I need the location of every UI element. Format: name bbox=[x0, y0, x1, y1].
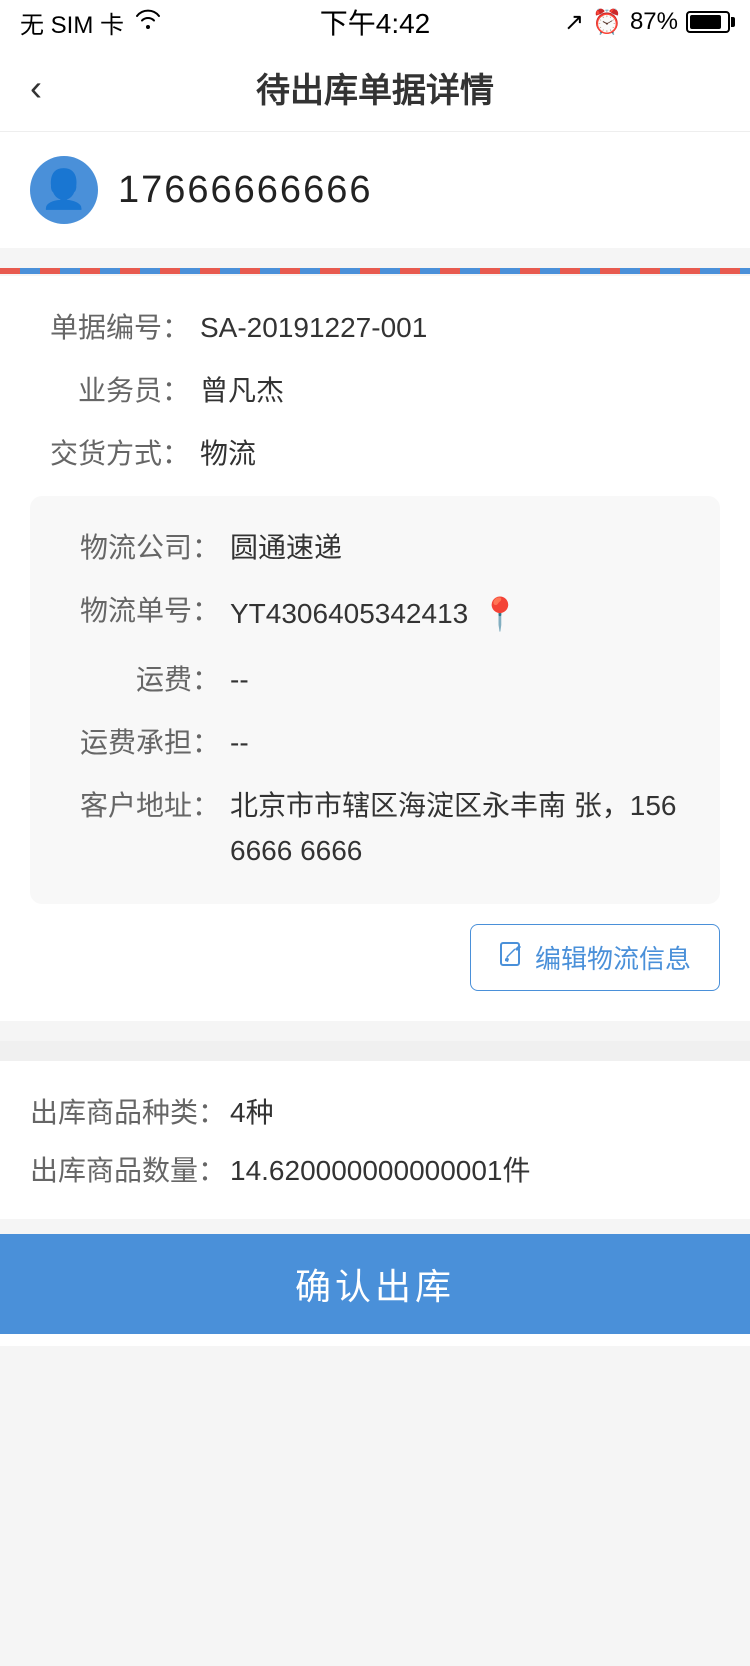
location-status-icon: ↗ bbox=[564, 8, 584, 37]
battery-percent: 87% bbox=[630, 8, 678, 36]
doc-number-row: 单据编号： SA-20191227-001 bbox=[30, 306, 720, 351]
logistics-tracking-value: YT4306405342413 📍 bbox=[220, 589, 690, 640]
avatar: 👤 bbox=[30, 156, 98, 224]
salesman-row: 业务员： 曾凡杰 bbox=[30, 369, 720, 414]
document-info-section: 单据编号： SA-20191227-001 业务员： 曾凡杰 交货方式： 物流 … bbox=[0, 276, 750, 1021]
logistics-company-row: 物流公司： 圆通速递 bbox=[60, 526, 690, 571]
freight-bearer-row: 运费承担： -- bbox=[60, 721, 690, 766]
doc-number-label: 单据编号： bbox=[30, 306, 190, 351]
logistics-tracking-label: 物流单号： bbox=[60, 589, 220, 634]
battery-icon bbox=[686, 11, 730, 33]
avatar-person-icon: 👤 bbox=[40, 168, 87, 212]
goods-type-label: 出库商品种类： bbox=[30, 1091, 230, 1131]
freight-value: -- bbox=[220, 658, 690, 703]
delivery-row: 交货方式： 物流 bbox=[30, 432, 720, 477]
delivery-value: 物流 bbox=[190, 432, 720, 477]
address-label: 客户地址： bbox=[60, 784, 220, 829]
status-left: 无 SIM 卡 bbox=[20, 5, 162, 40]
freight-row: 运费： -- bbox=[60, 658, 690, 703]
status-time: 下午4:42 bbox=[320, 2, 431, 42]
address-row: 客户地址： 北京市市辖区海淀区永丰南 张，156 6666 6666 bbox=[60, 784, 690, 874]
map-pin-icon[interactable]: 📍 bbox=[480, 589, 520, 640]
goods-quantity-row: 出库商品数量： 14.620000000000001件 bbox=[30, 1149, 720, 1189]
empty-space bbox=[0, 1366, 750, 1566]
dashed-divider bbox=[0, 268, 750, 274]
confirm-btn-wrap: 确认出库 bbox=[0, 1234, 750, 1334]
status-bar: 无 SIM 卡 下午4:42 ↗ ⏰ 87% bbox=[0, 0, 750, 44]
carrier-label: 无 SIM 卡 bbox=[20, 5, 124, 40]
edit-logistics-button[interactable]: 编辑物流信息 bbox=[470, 924, 720, 991]
logistics-tracking-row: 物流单号： YT4306405342413 📍 bbox=[60, 589, 690, 640]
delivery-label: 交货方式： bbox=[30, 432, 190, 477]
goods-section: 出库商品种类： 4种 出库商品数量： 14.620000000000001件 bbox=[0, 1061, 750, 1219]
goods-quantity-label: 出库商品数量： bbox=[30, 1149, 230, 1189]
status-right: ↗ ⏰ 87% bbox=[564, 8, 730, 37]
salesman-label: 业务员： bbox=[30, 369, 190, 414]
back-button[interactable]: ‹ bbox=[30, 67, 42, 109]
nav-bar: ‹ 待出库单据详情 bbox=[0, 44, 750, 132]
main-content: 👤 17666666666 单据编号： SA-20191227-001 业务员：… bbox=[0, 132, 750, 1666]
separator bbox=[0, 1041, 750, 1061]
goods-quantity-value: 14.620000000000001件 bbox=[230, 1149, 720, 1189]
edit-logistics-label: 编辑物流信息 bbox=[535, 939, 691, 976]
freight-label: 运费： bbox=[60, 658, 220, 703]
logistics-company-label: 物流公司： bbox=[60, 526, 220, 571]
alarm-icon: ⏰ bbox=[592, 8, 622, 37]
freight-bearer-label: 运费承担： bbox=[60, 721, 220, 766]
address-value: 北京市市辖区海淀区永丰南 张，156 6666 6666 bbox=[220, 784, 690, 874]
salesman-value: 曾凡杰 bbox=[190, 369, 720, 414]
edit-logistics-btn-wrap: 编辑物流信息 bbox=[30, 924, 720, 991]
confirm-outbound-button[interactable]: 确认出库 bbox=[295, 1258, 455, 1310]
customer-phone: 17666666666 bbox=[118, 169, 372, 212]
doc-number-value: SA-20191227-001 bbox=[190, 306, 720, 351]
goods-type-value: 4种 bbox=[230, 1091, 720, 1131]
freight-bearer-value: -- bbox=[220, 721, 690, 766]
customer-card: 👤 17666666666 bbox=[0, 132, 750, 248]
goods-type-row: 出库商品种类： 4种 bbox=[30, 1091, 720, 1131]
edit-icon bbox=[499, 941, 525, 974]
logistics-company-value: 圆通速递 bbox=[220, 526, 690, 571]
logistics-card: 物流公司： 圆通速递 物流单号： YT4306405342413 📍 运费： -… bbox=[30, 496, 720, 903]
wifi-icon bbox=[134, 8, 162, 36]
page-title: 待出库单据详情 bbox=[256, 63, 494, 112]
